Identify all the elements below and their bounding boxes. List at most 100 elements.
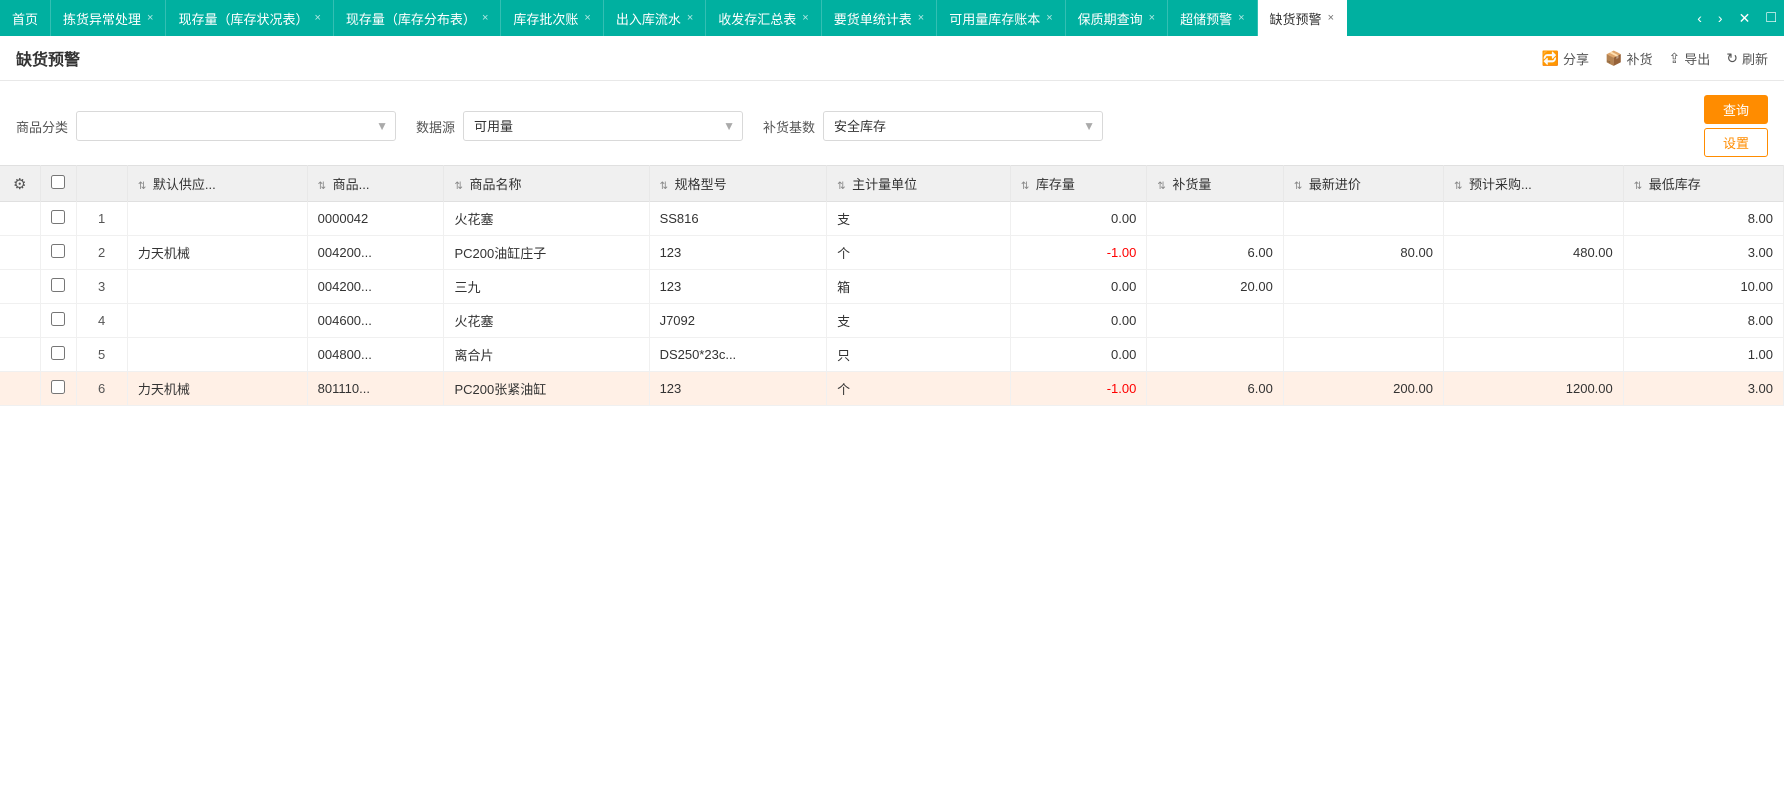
th-unit: ⇅ 主计量单位 [827, 166, 1011, 202]
td-empty-0 [0, 202, 40, 236]
td-spec-5: 123 [649, 372, 827, 406]
nav-tab-close-5[interactable]: × [687, 12, 693, 24]
th-code-label: 商品... [333, 177, 370, 192]
td-checkbox-2[interactable] [40, 270, 76, 304]
row-checkbox-2[interactable] [51, 278, 65, 292]
share-icon: 🔁 [1542, 50, 1559, 67]
category-select[interactable] [76, 111, 396, 141]
row-checkbox-5[interactable] [51, 380, 65, 394]
td-spec-0: SS816 [649, 202, 827, 236]
td-empty-5 [0, 372, 40, 406]
row-checkbox-3[interactable] [51, 312, 65, 326]
td-unit-1: 个 [827, 236, 1011, 270]
refresh-action[interactable]: ↻ 刷新 [1726, 49, 1768, 68]
td-min-stock-3: 8.00 [1623, 304, 1783, 338]
replenish-base-select[interactable]: 安全库存 [823, 111, 1103, 141]
nav-tab-label-3: 现存量（库存分布表） [346, 9, 476, 28]
nav-tab-close-11[interactable]: × [1328, 12, 1334, 24]
th-select-all [40, 166, 76, 202]
nav-tab-close-4[interactable]: × [584, 12, 590, 24]
category-select-wrapper: ▼ [76, 111, 396, 141]
replenish-label: 补货 [1626, 49, 1652, 68]
name-sort-icon[interactable]: ⇅ [454, 181, 462, 192]
refresh-icon: ↻ [1726, 50, 1738, 67]
nav-tab-close-8[interactable]: × [1046, 12, 1052, 24]
nav-tab-close-10[interactable]: × [1238, 12, 1244, 24]
nav-tab-label-11: 缺货预警 [1270, 9, 1322, 28]
prev-tab-button[interactable]: ‹ [1689, 0, 1710, 36]
td-min-stock-1: 3.00 [1623, 236, 1783, 270]
row-checkbox-0[interactable] [51, 210, 65, 224]
settings-button[interactable]: 设置 [1704, 128, 1768, 157]
table-row[interactable]: 6 力天机械 801110... PC200张紧油缸 123 个 -1.00 6… [0, 372, 1784, 406]
nav-tab-4[interactable]: 库存批次账× [501, 0, 603, 36]
row-checkbox-4[interactable] [51, 346, 65, 360]
datasource-select[interactable]: 可用量 [463, 111, 743, 141]
nav-tab-7[interactable]: 要货单统计表 × [822, 0, 937, 36]
nav-tab-label-5: 出入库流水 [616, 9, 681, 28]
datasource-select-wrapper: 可用量 ▼ [463, 111, 743, 141]
datasource-filter-group: 数据源 可用量 ▼ [416, 111, 743, 141]
nav-tab-9[interactable]: 保质期查询× [1066, 0, 1168, 36]
nav-tab-3[interactable]: 现存量（库存分布表） × [334, 0, 501, 36]
close-all-tabs-button[interactable]: □ [1758, 0, 1784, 36]
table-row[interactable]: 3 004200... 三九 123 箱 0.00 20.00 10.00 [0, 270, 1784, 304]
td-est-purchase-0 [1443, 202, 1623, 236]
td-checkbox-3[interactable] [40, 304, 76, 338]
spec-sort-icon[interactable]: ⇅ [660, 181, 668, 192]
td-checkbox-1[interactable] [40, 236, 76, 270]
nav-tab-close-2[interactable]: × [314, 12, 320, 24]
table-row[interactable]: 2 力天机械 004200... PC200油缸庄子 123 个 -1.00 6… [0, 236, 1784, 270]
nav-tab-2[interactable]: 现存量（库存状况表） × [166, 0, 333, 36]
table-header-row: ⚙ ⇅ 默认供应... ⇅ 商品... ⇅ [0, 166, 1784, 202]
td-stock-2: 0.00 [1010, 270, 1146, 304]
td-stock-0: 0.00 [1010, 202, 1146, 236]
unit-sort-icon[interactable]: ⇅ [837, 181, 845, 192]
min-stock-sort-icon[interactable]: ⇅ [1634, 181, 1642, 192]
nav-tab-8[interactable]: 可用量库存账本× [937, 0, 1065, 36]
nav-tab-label-2: 现存量（库存状况表） [178, 9, 308, 28]
row-checkbox-1[interactable] [51, 244, 65, 258]
nav-tab-close-7[interactable]: × [918, 12, 924, 24]
td-unit-2: 箱 [827, 270, 1011, 304]
nav-tab-6[interactable]: 收发存汇总表× [706, 0, 821, 36]
export-action[interactable]: ⇪ 导出 [1669, 49, 1711, 68]
query-button[interactable]: 查询 [1704, 95, 1768, 124]
nav-tab-close-9[interactable]: × [1149, 12, 1155, 24]
column-settings-icon[interactable]: ⚙ [13, 176, 26, 193]
td-stock-5: -1.00 [1010, 372, 1146, 406]
nav-tab-close-1[interactable]: × [147, 12, 153, 24]
th-supplier: ⇅ 默认供应... [127, 166, 307, 202]
nav-tabs: 首页拣货异常处理×现存量（库存状况表）×现存量（库存分布表）×库存批次账×出入库… [0, 0, 1784, 36]
table-row[interactable]: 1 0000042 火花塞 SS816 支 0.00 8.00 [0, 202, 1784, 236]
td-code-1: 004200... [307, 236, 444, 270]
nav-tab-1[interactable]: 拣货异常处理× [51, 0, 166, 36]
td-checkbox-5[interactable] [40, 372, 76, 406]
td-checkbox-4[interactable] [40, 338, 76, 372]
nav-tab-5[interactable]: 出入库流水 × [604, 0, 706, 36]
code-sort-icon[interactable]: ⇅ [318, 181, 326, 192]
td-checkbox-0[interactable] [40, 202, 76, 236]
latest-price-sort-icon[interactable]: ⇅ [1294, 181, 1302, 192]
close-current-tab-button[interactable]: ✕ [1731, 0, 1759, 36]
nav-tab-close-3[interactable]: × [482, 12, 488, 24]
table-row[interactable]: 5 004800... 离合片 DS250*23c... 只 0.00 1.00 [0, 338, 1784, 372]
replenish-sort-icon[interactable]: ⇅ [1157, 181, 1165, 192]
share-action[interactable]: 🔁 分享 [1542, 49, 1589, 68]
nav-tab-11[interactable]: 缺货预警 × [1258, 0, 1347, 36]
td-spec-2: 123 [649, 270, 827, 304]
replenish-action[interactable]: 📦 补货 [1605, 49, 1652, 68]
th-name: ⇅ 商品名称 [444, 166, 649, 202]
nav-tab-close-6[interactable]: × [802, 12, 808, 24]
nav-tab-0[interactable]: 首页 [0, 0, 51, 36]
est-purchase-sort-icon[interactable]: ⇅ [1454, 181, 1462, 192]
nav-tab-label-7: 要货单统计表 [834, 9, 912, 28]
stock-sort-icon[interactable]: ⇅ [1021, 181, 1029, 192]
next-tab-button[interactable]: › [1710, 0, 1731, 36]
td-code-0: 0000042 [307, 202, 444, 236]
td-stock-1: -1.00 [1010, 236, 1146, 270]
nav-tab-10[interactable]: 超储预警× [1168, 0, 1257, 36]
select-all-checkbox[interactable] [51, 175, 65, 189]
supplier-sort-icon[interactable]: ⇅ [138, 181, 146, 192]
table-row[interactable]: 4 004600... 火花塞 J7092 支 0.00 8.00 [0, 304, 1784, 338]
